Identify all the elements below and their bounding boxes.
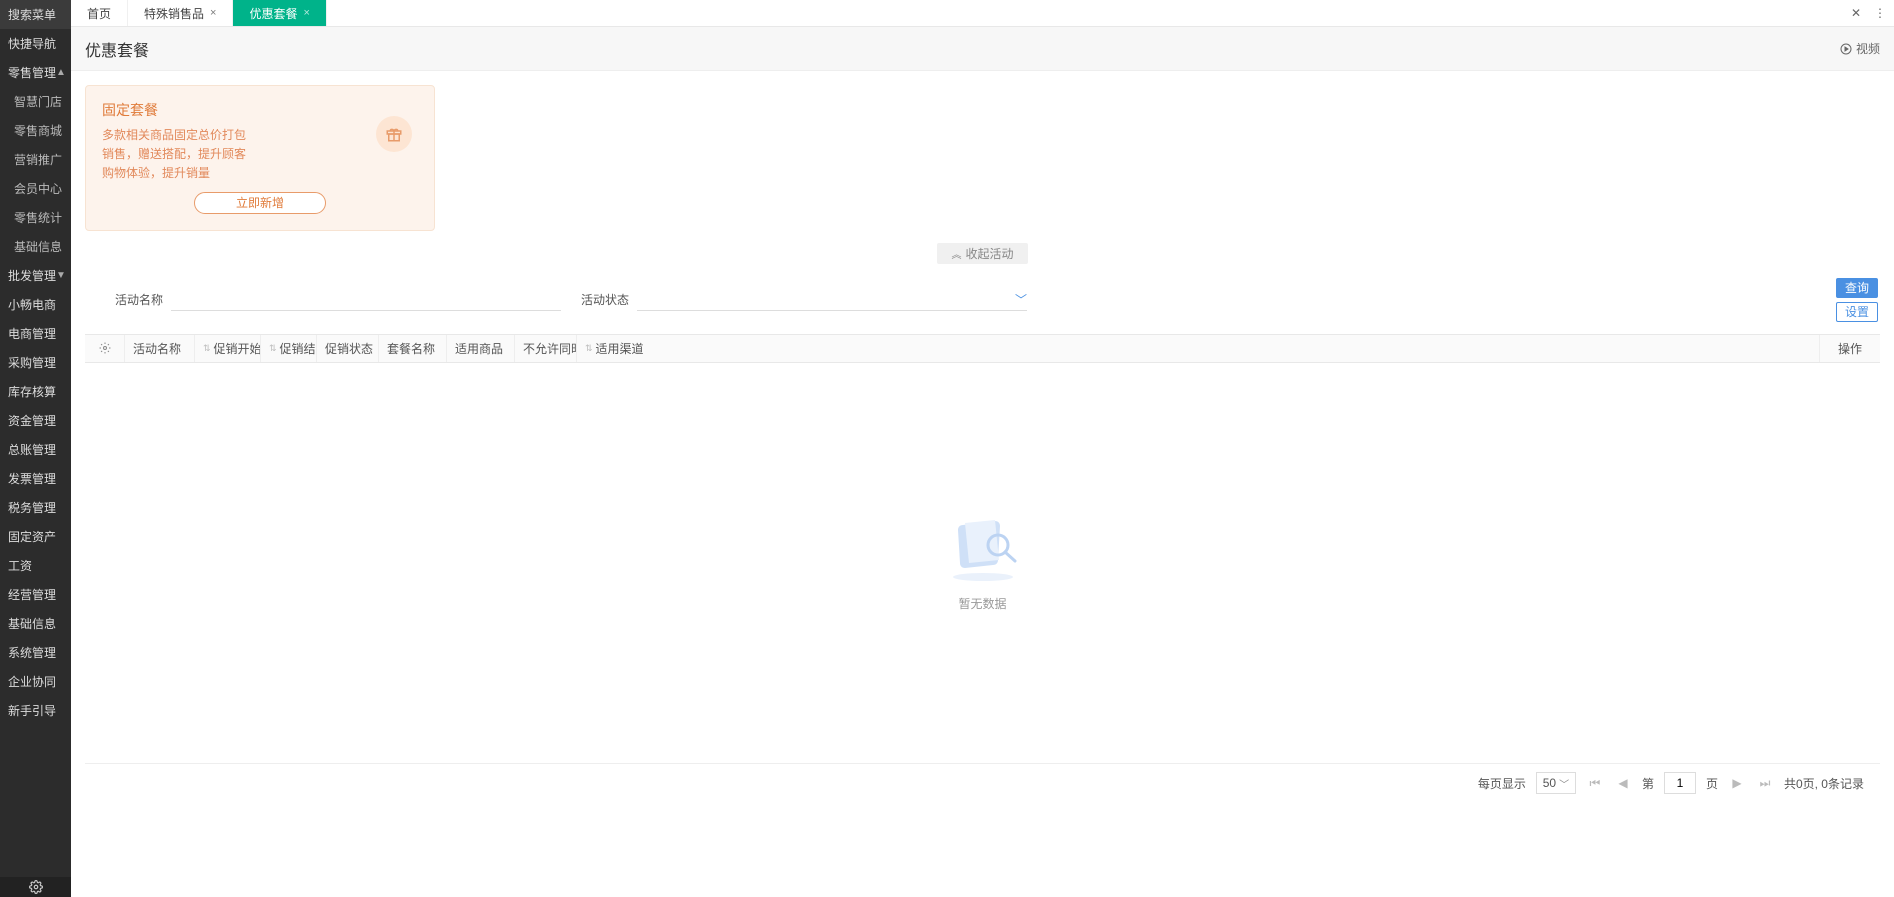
video-link[interactable]: 视频: [1840, 40, 1880, 57]
sidebar-item-tax[interactable]: 税务管理: [0, 493, 71, 522]
activity-status-select[interactable]: ﹀: [637, 289, 1027, 311]
pagination: 每页显示 50 ﹀ ⏮ ◀ 第 页 ▶ ⏭ 共0页, 0条记录: [85, 763, 1880, 803]
sidebar-group-retail[interactable]: 零售管理 ▲: [0, 58, 71, 87]
sidebar-item-salary[interactable]: 工资: [0, 551, 71, 580]
promo-card-fixed-combo: 固定套餐 多款相关商品固定总价打包销售，赠送搭配，提升顾客购物体验，提升销量 立…: [85, 85, 435, 231]
sidebar-item-guide[interactable]: 新手引导: [0, 696, 71, 725]
last-page-button[interactable]: ⏭: [1756, 774, 1774, 792]
sidebar-item-purchase[interactable]: 采购管理: [0, 348, 71, 377]
sidebar-settings[interactable]: [0, 877, 71, 897]
sidebar-sub-retail-stat[interactable]: 零售统计: [0, 203, 71, 232]
sidebar-sub-member[interactable]: 会员中心: [0, 174, 71, 203]
tab-home[interactable]: 首页: [71, 0, 128, 26]
sidebar-item-operation[interactable]: 经营管理: [0, 580, 71, 609]
chevron-down-icon: ▼: [56, 270, 66, 281]
page-input[interactable]: [1664, 772, 1696, 794]
gear-icon: [99, 342, 111, 354]
tab-bar: 首页 特殊销售品 × 优惠套餐 × ✕ ⋮: [71, 0, 1894, 27]
sidebar-group-label: 零售管理: [8, 64, 56, 81]
chevron-up-icon: ︽: [951, 246, 961, 261]
th-goods[interactable]: 适用商品: [447, 335, 515, 362]
tab-combo[interactable]: 优惠套餐 ×: [233, 0, 326, 26]
sidebar-search[interactable]: 搜索菜单: [0, 0, 71, 29]
promo-title: 固定套餐: [102, 100, 418, 120]
filter-label-name: 活动名称: [115, 291, 163, 308]
close-icon[interactable]: ×: [303, 7, 309, 19]
prev-page-button[interactable]: ◀: [1614, 774, 1632, 792]
per-page-value: 50: [1543, 776, 1556, 790]
main: 首页 特殊销售品 × 优惠套餐 × ✕ ⋮ 优惠套餐 视频 固定套餐 多款相关商品固…: [71, 0, 1894, 897]
sidebar-group-wholesale[interactable]: 批发管理 ▼: [0, 261, 71, 290]
per-page-select[interactable]: 50 ﹀: [1536, 772, 1576, 794]
page-title: 优惠套餐: [85, 37, 149, 61]
empty-illustration-icon: [943, 513, 1023, 583]
tab-label: 特殊销售品: [144, 5, 204, 22]
activity-name-input[interactable]: [171, 289, 561, 311]
sort-icon: ⇅: [203, 344, 211, 353]
sidebar-item-ecom[interactable]: 电商管理: [0, 319, 71, 348]
page-suffix: 页: [1706, 775, 1718, 792]
sidebar: 搜索菜单 快捷导航 零售管理 ▲ 智慧门店 零售商城 营销推广 会员中心 零售统…: [0, 0, 71, 897]
sidebar-sub-smart-store[interactable]: 智慧门店: [0, 87, 71, 116]
th-channel[interactable]: ⇅适用渠道: [577, 335, 1820, 362]
create-combo-button[interactable]: 立即新增: [194, 192, 326, 214]
first-page-button[interactable]: ⏮: [1586, 774, 1604, 792]
tabbar-more-button[interactable]: ⋮: [1870, 3, 1890, 23]
sidebar-item-xc-ecom[interactable]: 小畅电商: [0, 290, 71, 319]
settings-button[interactable]: 设置: [1836, 302, 1878, 322]
sort-icon: ⇅: [585, 344, 593, 353]
sidebar-item-basic2[interactable]: 基础信息: [0, 609, 71, 638]
chevron-down-icon: ﹀: [1559, 776, 1569, 791]
sidebar-item-collab[interactable]: 企业协同: [0, 667, 71, 696]
tab-label: 首页: [87, 5, 111, 22]
sidebar-item-ledger[interactable]: 总账管理: [0, 435, 71, 464]
tab-label: 优惠套餐: [249, 5, 297, 22]
collapse-label: 收起活动: [965, 245, 1013, 262]
th-start-time[interactable]: ⇅促销开始...: [195, 335, 261, 362]
gear-icon: [29, 880, 43, 894]
th-end-time[interactable]: ⇅促销结束...: [261, 335, 317, 362]
gift-icon: [376, 116, 412, 152]
play-icon: [1840, 43, 1852, 55]
collapse-activities-button[interactable]: ︽ 收起活动: [937, 243, 1027, 264]
video-link-label: 视频: [1856, 40, 1880, 57]
table-settings-button[interactable]: [85, 335, 125, 362]
promo-desc: 多款相关商品固定总价打包销售，赠送搭配，提升顾客购物体验，提升销量: [102, 126, 252, 184]
filter-label-status: 活动状态: [581, 291, 629, 308]
content-area: 固定套餐 多款相关商品固定总价打包销售，赠送搭配，提升顾客购物体验，提升销量 立…: [71, 71, 1894, 897]
page-prefix: 第: [1642, 775, 1654, 792]
empty-state: 暂无数据: [85, 363, 1880, 763]
th-disallow[interactable]: 不允许同时...: [515, 335, 577, 362]
per-page-label: 每页显示: [1478, 775, 1526, 792]
sidebar-item-system[interactable]: 系统管理: [0, 638, 71, 667]
sidebar-group-label: 批发管理: [8, 267, 56, 284]
sidebar-item-fixed-assets[interactable]: 固定资产: [0, 522, 71, 551]
th-activity-name[interactable]: 活动名称: [125, 335, 195, 362]
sidebar-sub-retail-mall[interactable]: 零售商城: [0, 116, 71, 145]
chevron-down-icon: ﹀: [1015, 291, 1027, 308]
sidebar-quicknav[interactable]: 快捷导航: [0, 29, 71, 58]
th-combo-name[interactable]: 套餐名称: [379, 335, 447, 362]
page-header: 优惠套餐 视频: [71, 27, 1894, 71]
sidebar-sub-basic[interactable]: 基础信息: [0, 232, 71, 261]
tab-special-sale[interactable]: 特殊销售品 ×: [128, 0, 233, 26]
sidebar-sub-marketing[interactable]: 营销推广: [0, 145, 71, 174]
next-page-button[interactable]: ▶: [1728, 774, 1746, 792]
th-operation: 操作: [1820, 335, 1880, 362]
sidebar-item-invoice[interactable]: 发票管理: [0, 464, 71, 493]
close-icon[interactable]: ×: [210, 7, 216, 19]
table-header: 活动名称 ⇅促销开始... ⇅促销结束... 促销状态 套餐名称 适用商品 不允…: [85, 335, 1880, 363]
empty-text: 暂无数据: [958, 595, 1006, 612]
activity-table: 活动名称 ⇅促销开始... ⇅促销结束... 促销状态 套餐名称 适用商品 不允…: [85, 334, 1880, 763]
tabbar-close-button[interactable]: ✕: [1846, 3, 1866, 23]
sort-icon: ⇅: [269, 344, 277, 353]
chevron-up-icon: ▲: [56, 67, 66, 78]
sidebar-item-inventory[interactable]: 库存核算: [0, 377, 71, 406]
sidebar-item-finance[interactable]: 资金管理: [0, 406, 71, 435]
query-button[interactable]: 查询: [1836, 278, 1878, 298]
filter-row: 活动名称 活动状态 ﹀ 查询 设置: [85, 274, 1880, 334]
pager-summary: 共0页, 0条记录: [1784, 775, 1864, 792]
th-promo-status[interactable]: 促销状态: [317, 335, 379, 362]
